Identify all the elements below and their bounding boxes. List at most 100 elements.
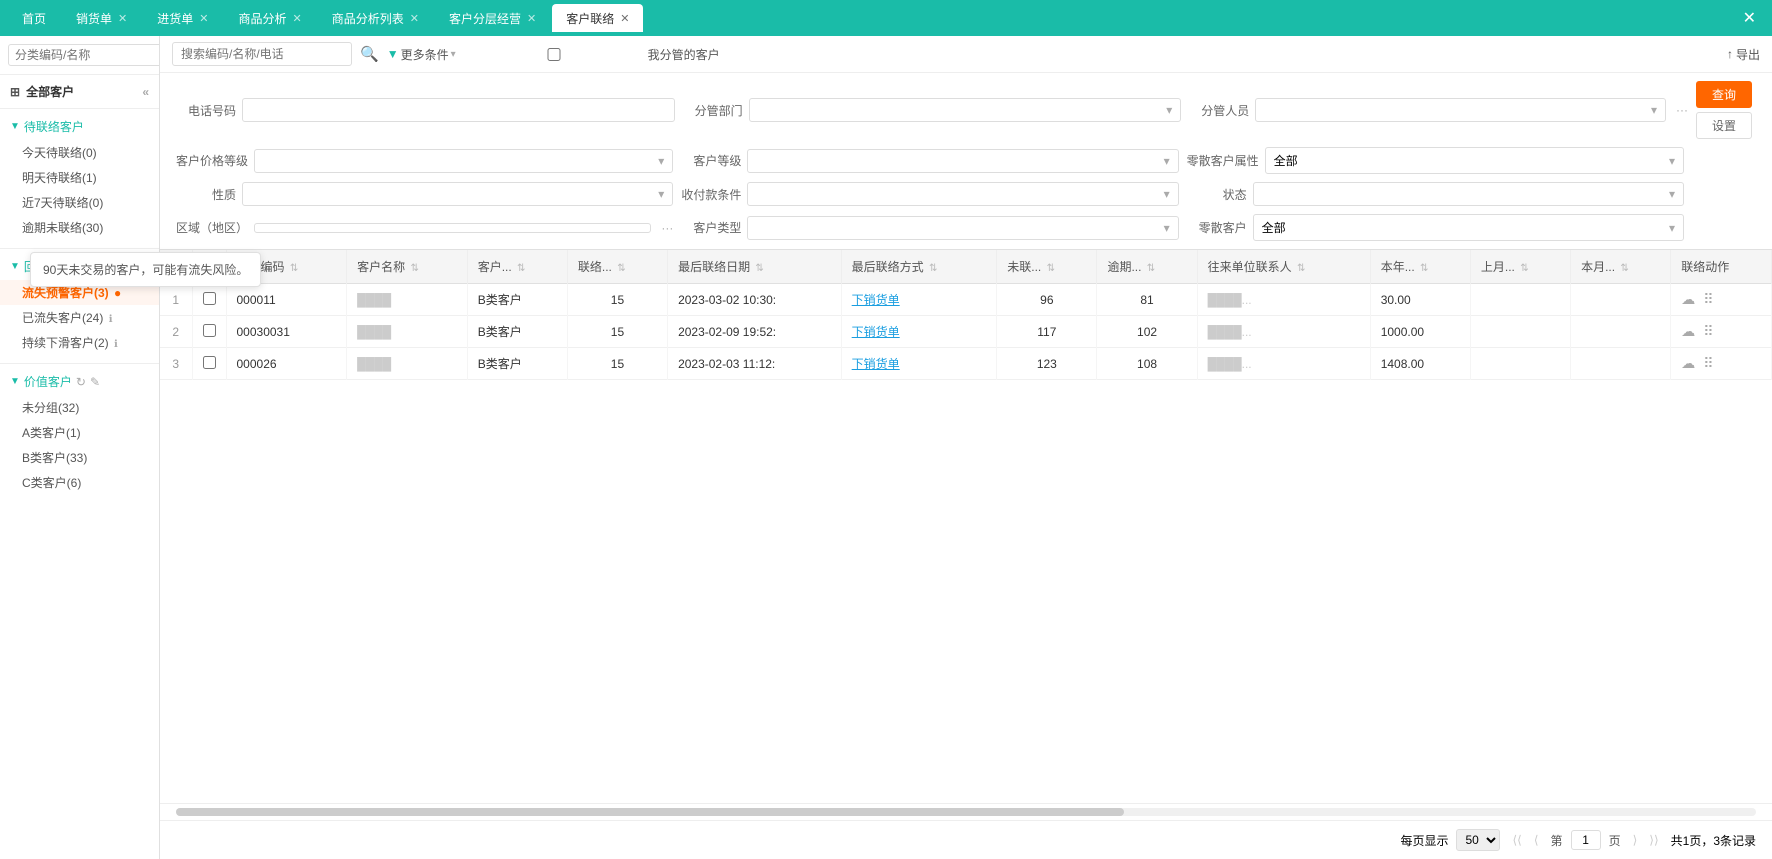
- cell-num-1: 2: [160, 316, 192, 348]
- page-prev-button[interactable]: ⟨: [1530, 831, 1543, 849]
- tab-customer-layer-close[interactable]: ✕: [527, 12, 536, 25]
- page-last-button[interactable]: ⟩⟩: [1645, 831, 1662, 849]
- tab-goods-list-close[interactable]: ✕: [410, 12, 419, 25]
- sidebar-item-tomorrow[interactable]: 明天待联络(1): [0, 165, 159, 190]
- action-chat-icon-2[interactable]: ☁: [1681, 355, 1695, 372]
- my-customers-checkbox[interactable]: [464, 48, 644, 61]
- th-last-date[interactable]: 最后联络日期 ⇅: [668, 250, 842, 284]
- method-link-0[interactable]: 下销货单: [852, 293, 900, 307]
- tab-goods-list[interactable]: 商品分析列表 ✕: [318, 4, 433, 32]
- gender-select[interactable]: ▾: [242, 182, 673, 206]
- page-next-button[interactable]: ⟩: [1629, 831, 1642, 849]
- payment-select[interactable]: ▾: [747, 182, 1178, 206]
- row-checkbox-1[interactable]: [203, 324, 216, 337]
- settings-button[interactable]: 设置: [1696, 112, 1752, 139]
- sidebar-item-b-class[interactable]: B类客户(33): [0, 445, 159, 470]
- person-more-icon[interactable]: ···: [1676, 103, 1688, 117]
- per-page-label: 每页显示: [1400, 832, 1448, 849]
- row-checkbox-2[interactable]: [203, 356, 216, 369]
- method-link-2[interactable]: 下销货单: [852, 357, 900, 371]
- price-level-select[interactable]: ▾: [254, 149, 673, 173]
- sidebar-search-input[interactable]: [8, 44, 160, 66]
- region-more-icon[interactable]: ···: [661, 221, 673, 235]
- edit-icon[interactable]: ✎: [90, 375, 100, 389]
- th-last-method[interactable]: 最后联络方式 ⇅: [841, 250, 997, 284]
- filter-dept: 分管部门 ▾: [683, 98, 1182, 122]
- dept-select[interactable]: ▾: [749, 98, 1182, 122]
- my-customers-checkbox-area[interactable]: 我分管的客户: [464, 46, 720, 63]
- info-icon-2[interactable]: ℹ: [114, 339, 118, 350]
- th-contact-person[interactable]: 往来单位联系人 ⇅: [1197, 250, 1370, 284]
- scroll-track[interactable]: [176, 808, 1756, 816]
- cell-checkbox-0[interactable]: [192, 284, 226, 316]
- region-select[interactable]: [254, 223, 651, 233]
- cell-checkbox-1[interactable]: [192, 316, 226, 348]
- th-type[interactable]: 客户... ⇅: [467, 250, 567, 284]
- action-more-icon-1[interactable]: ⠿: [1703, 323, 1713, 340]
- th-overdue[interactable]: 逾期... ⇅: [1097, 250, 1197, 284]
- cell-method-0[interactable]: 下销货单: [841, 284, 997, 316]
- cell-method-1[interactable]: 下销货单: [841, 316, 997, 348]
- action-more-icon-0[interactable]: ⠿: [1703, 291, 1713, 308]
- sidebar-group-value-title[interactable]: ▼ 价值客户 ↻ ✎: [0, 368, 159, 395]
- sidebar-all-customers[interactable]: ⊞ 全部客户 «: [0, 75, 159, 109]
- status-select[interactable]: ▾: [1253, 182, 1684, 206]
- tab-purchase-close[interactable]: ✕: [199, 12, 208, 25]
- sidebar-item-churned[interactable]: 已流失客户(24) ℹ: [0, 305, 159, 330]
- table-container: ⚙ 客户编码 ⇅ 客户名称 ⇅ 客户... ⇅ 联络... ⇅ 最后联络日期 ⇅…: [160, 250, 1772, 803]
- more-filter-button[interactable]: ▼ 更多条件 ▾: [387, 46, 456, 63]
- th-action: 联络动作: [1671, 250, 1772, 284]
- th-last-month[interactable]: 上月... ⇅: [1470, 250, 1570, 284]
- th-this-year[interactable]: 本年... ⇅: [1370, 250, 1470, 284]
- tab-sales-close[interactable]: ✕: [118, 12, 127, 25]
- sidebar-item-declining[interactable]: 持续下滑客户(2) ℹ: [0, 330, 159, 355]
- filter-payment: 收付款条件 ▾: [681, 182, 1178, 206]
- th-contact[interactable]: 联络... ⇅: [567, 250, 667, 284]
- zero-attr-select[interactable]: 全部 ▾: [1265, 147, 1684, 174]
- action-more-icon-2[interactable]: ⠿: [1703, 355, 1713, 372]
- scroll-thumb[interactable]: [176, 808, 1124, 816]
- tab-customer-contact-close[interactable]: ✕: [620, 12, 629, 25]
- customer-type-select[interactable]: ▾: [747, 216, 1178, 240]
- tab-purchase[interactable]: 进货单 ✕: [143, 4, 222, 32]
- info-icon-1[interactable]: ℹ: [109, 314, 113, 325]
- th-this-month[interactable]: 本月... ⇅: [1571, 250, 1671, 284]
- refresh-icon[interactable]: ↻: [76, 375, 86, 389]
- page-first-button[interactable]: ⟨⟨: [1508, 831, 1525, 849]
- cell-action-0: ☁ ⠿: [1671, 284, 1772, 316]
- sidebar-item-overdue[interactable]: 逾期未联络(30): [0, 215, 159, 240]
- page-input[interactable]: [1571, 830, 1601, 850]
- query-button[interactable]: 查询: [1696, 81, 1752, 108]
- th-no-contact[interactable]: 未联... ⇅: [997, 250, 1097, 284]
- search-input[interactable]: [172, 42, 352, 66]
- th-name[interactable]: 客户名称 ⇅: [347, 250, 468, 284]
- search-button[interactable]: 🔍: [360, 45, 379, 63]
- cell-method-2[interactable]: 下销货单: [841, 348, 997, 380]
- sidebar-item-a-class[interactable]: A类客户(1): [0, 420, 159, 445]
- action-chat-icon-1[interactable]: ☁: [1681, 323, 1695, 340]
- phone-input[interactable]: [242, 98, 675, 122]
- person-select[interactable]: ▾: [1255, 98, 1666, 122]
- sidebar-item-today[interactable]: 今天待联络(0): [0, 140, 159, 165]
- per-page-select[interactable]: 50: [1456, 829, 1500, 851]
- sidebar-group-pending-title[interactable]: ▼ 待联络客户: [0, 113, 159, 140]
- tab-goods-analysis-close[interactable]: ✕: [293, 12, 302, 25]
- horizontal-scrollbar[interactable]: [160, 803, 1772, 820]
- tab-home[interactable]: 首页: [8, 4, 60, 32]
- zero-customer-select[interactable]: 全部 ▾: [1253, 214, 1684, 241]
- action-chat-icon-0[interactable]: ☁: [1681, 291, 1695, 308]
- sidebar-item-7days[interactable]: 近7天待联络(0): [0, 190, 159, 215]
- sidebar-item-ungrouped[interactable]: 未分组(32): [0, 395, 159, 420]
- collapse-icon[interactable]: «: [142, 85, 149, 99]
- row-checkbox-0[interactable]: [203, 292, 216, 305]
- sidebar-item-c-class[interactable]: C类客户(6): [0, 470, 159, 495]
- cell-checkbox-2[interactable]: [192, 348, 226, 380]
- method-link-1[interactable]: 下销货单: [852, 325, 900, 339]
- export-button[interactable]: ↑ 导出: [1727, 46, 1760, 63]
- tab-sales[interactable]: 销货单 ✕: [62, 4, 141, 32]
- tab-customer-layer[interactable]: 客户分层经营 ✕: [435, 4, 550, 32]
- tab-goods-analysis[interactable]: 商品分析 ✕: [224, 4, 315, 32]
- window-close-button[interactable]: ✕: [1735, 8, 1764, 28]
- customer-level-select[interactable]: ▾: [747, 149, 1178, 173]
- tab-customer-contact[interactable]: 客户联络 ✕: [552, 4, 643, 32]
